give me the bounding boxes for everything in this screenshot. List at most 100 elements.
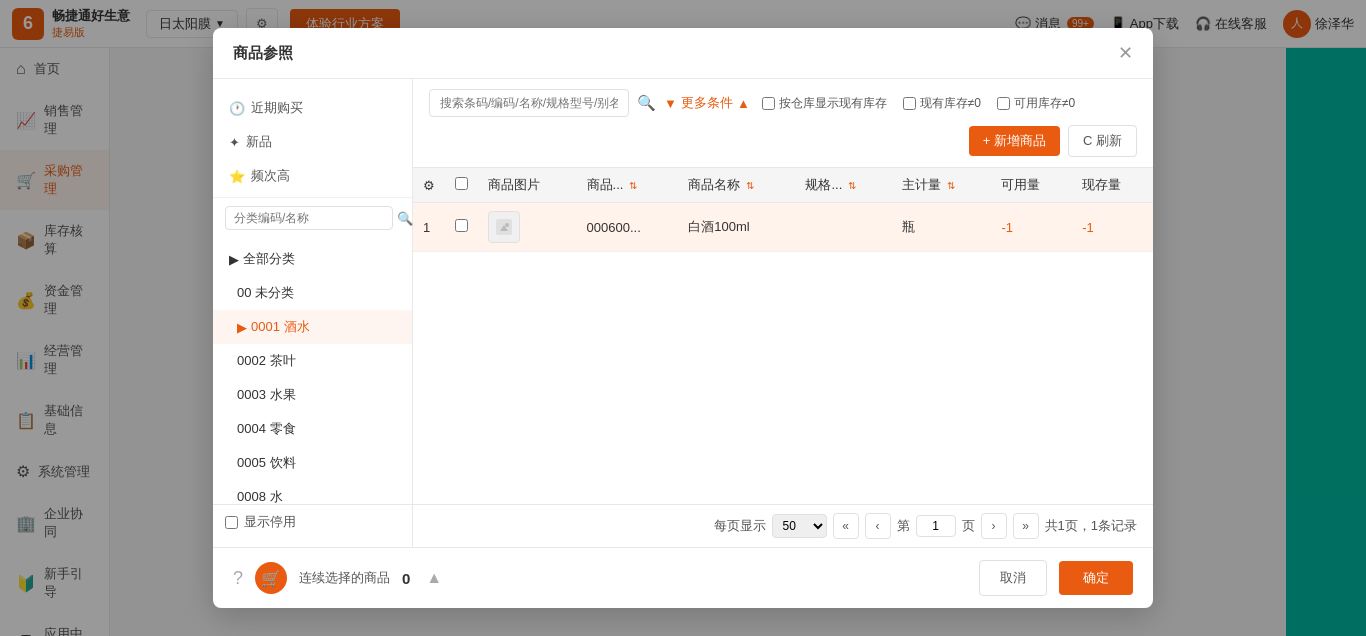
add-product-button[interactable]: + 新增商品	[969, 126, 1060, 156]
prev-page-button[interactable]: ‹	[865, 513, 891, 539]
cat-water[interactable]: 0008 水	[213, 480, 412, 504]
cat-label: 0005 饮料	[237, 454, 296, 472]
qa-label: 近期购买	[251, 99, 303, 117]
confirm-button[interactable]: 确定	[1059, 561, 1133, 595]
modal-toolbar: 🔍 ▼ 更多条件 ▲ 按仓库显示现有库存 现有库存≠0	[413, 79, 1153, 168]
code-col-header[interactable]: 商品... ⇅	[577, 168, 679, 203]
cat-label: 全部分类	[243, 250, 295, 268]
modal-left-footer: 显示停用	[213, 504, 412, 539]
qa-new[interactable]: ✦ 新品	[213, 125, 412, 159]
spec-col-header[interactable]: 规格... ⇅	[795, 168, 891, 203]
product-table: ⚙ 商品图片 商品... ⇅ 商品名称 ⇅ 规格... ⇅ 主计量 ⇅ 可用量 …	[413, 168, 1153, 252]
settings-col-header[interactable]: ⚙	[413, 168, 445, 203]
cat-all[interactable]: ▶ 全部分类	[213, 242, 412, 276]
filter-label: 更多条件	[681, 94, 733, 112]
name-cell: 白酒100ml	[678, 203, 795, 252]
qa-label: 新品	[246, 133, 272, 151]
code-cell: 000600...	[577, 203, 679, 252]
cat-label: 0003 水果	[237, 386, 296, 404]
cat-label: 0004 零食	[237, 420, 296, 438]
quick-access: 🕐 近期购买 ✦ 新品 ⭐ 频次高	[213, 87, 412, 198]
modal-header: 商品参照 ✕	[213, 28, 1153, 79]
image-cell	[478, 203, 577, 252]
cancel-button[interactable]: 取消	[979, 560, 1047, 596]
cart-icon-button[interactable]: 🛒	[255, 562, 287, 594]
page-input[interactable]	[916, 515, 956, 537]
first-page-button[interactable]: «	[833, 513, 859, 539]
row-checkbox[interactable]	[455, 219, 468, 232]
cart-count: 0	[402, 570, 410, 587]
pagination-bar: 每页显示 50 100 200 « ‹ 第 页 › » 共1页，1条记录	[413, 504, 1153, 547]
unit-col-header[interactable]: 主计量 ⇅	[892, 168, 991, 203]
show-disabled-checkbox[interactable]	[225, 516, 238, 529]
total-label: 共1页，1条记录	[1045, 517, 1137, 535]
warehouse-label: 按仓库显示现有库存	[779, 95, 887, 112]
category-search-icon[interactable]: 🔍	[397, 211, 413, 226]
page-suffix: 页	[962, 517, 975, 535]
per-page-select[interactable]: 50 100 200	[772, 514, 827, 538]
avail-filter[interactable]: 可用库存≠0	[997, 95, 1075, 112]
cat-drink[interactable]: 0005 饮料	[213, 446, 412, 480]
stock-col-header: 现存量	[1072, 168, 1153, 203]
star-icon: ⭐	[229, 169, 245, 184]
cat-fruit[interactable]: 0003 水果	[213, 378, 412, 412]
unit-cell: 瓶	[892, 203, 991, 252]
category-search-input[interactable]	[225, 206, 393, 230]
arrow-icon: ▶	[229, 252, 239, 267]
collapse-arrow-icon[interactable]: ▲	[426, 569, 442, 587]
per-page-label: 每页显示	[714, 517, 766, 535]
modal-left-panel: 🕐 近期购买 ✦ 新品 ⭐ 频次高 🔍	[213, 79, 413, 547]
warehouse-filter[interactable]: 按仓库显示现有库存	[762, 95, 887, 112]
product-reference-modal: 商品参照 ✕ 🕐 近期购买 ✦ 新品 ⭐	[213, 28, 1153, 608]
modal-close-button[interactable]: ✕	[1118, 42, 1133, 64]
cat-label: 00 未分类	[237, 284, 294, 302]
filter-checkboxes: 按仓库显示现有库存 现有库存≠0 可用库存≠0	[762, 95, 1076, 112]
qa-frequent[interactable]: ⭐ 频次高	[213, 159, 412, 193]
product-search-input[interactable]	[429, 89, 629, 117]
modal-footer: ? 🛒 连续选择的商品 0 ▲ 取消 确定	[213, 547, 1153, 608]
cat-label: 0008 水	[237, 488, 283, 504]
name-col-header[interactable]: 商品名称 ⇅	[678, 168, 795, 203]
modal-right-panel: 🔍 ▼ 更多条件 ▲ 按仓库显示现有库存 现有库存≠0	[413, 79, 1153, 547]
avail-checkbox[interactable]	[997, 97, 1010, 110]
cat-tea[interactable]: 0002 茶叶	[213, 344, 412, 378]
cat-label: 0001 酒水	[251, 318, 310, 336]
refresh-button[interactable]: C 刷新	[1068, 125, 1137, 157]
stock-label: 现有库存≠0	[920, 95, 981, 112]
help-icon[interactable]: ?	[233, 568, 243, 589]
stock-checkbox[interactable]	[903, 97, 916, 110]
svg-point-1	[505, 223, 509, 227]
page-label: 第	[897, 517, 910, 535]
stock-filter[interactable]: 现有库存≠0	[903, 95, 981, 112]
new-icon: ✦	[229, 135, 240, 150]
warehouse-checkbox[interactable]	[762, 97, 775, 110]
checkbox-col-header[interactable]	[445, 168, 478, 203]
more-filters-button[interactable]: ▼ 更多条件 ▲	[664, 94, 750, 112]
cat-snack[interactable]: 0004 零食	[213, 412, 412, 446]
stock-cell: -1	[1072, 203, 1153, 252]
available-cell: -1	[991, 203, 1072, 252]
row-checkbox-cell[interactable]	[445, 203, 478, 252]
collapse-icon: ▲	[737, 96, 750, 111]
cat-uncategorized[interactable]: 00 未分类	[213, 276, 412, 310]
qa-recent[interactable]: 🕐 近期购买	[213, 91, 412, 125]
cart-label: 连续选择的商品	[299, 569, 390, 587]
last-page-button[interactable]: »	[1013, 513, 1039, 539]
next-page-button[interactable]: ›	[981, 513, 1007, 539]
cat-label: 0002 茶叶	[237, 352, 296, 370]
modal-title: 商品参照	[233, 44, 293, 63]
spec-cell	[795, 203, 891, 252]
product-thumbnail	[488, 211, 520, 243]
image-col-header: 商品图片	[478, 168, 577, 203]
table-row[interactable]: 1 000600... 白酒100ml 瓶	[413, 203, 1153, 252]
avail-label: 可用库存≠0	[1014, 95, 1075, 112]
recent-icon: 🕐	[229, 101, 245, 116]
category-search-bar: 🔍	[213, 198, 412, 238]
modal-body: 🕐 近期购买 ✦ 新品 ⭐ 频次高 🔍	[213, 79, 1153, 547]
select-all-checkbox[interactable]	[455, 177, 468, 190]
available-col-header: 可用量	[991, 168, 1072, 203]
show-disabled-label[interactable]: 显示停用	[244, 513, 296, 531]
cat-liquor[interactable]: ▶ 0001 酒水	[213, 310, 412, 344]
category-tree: ▶ 全部分类 00 未分类 ▶ 0001 酒水 0002 茶叶 0003 水果	[213, 238, 412, 504]
product-search-button[interactable]: 🔍	[637, 94, 656, 112]
